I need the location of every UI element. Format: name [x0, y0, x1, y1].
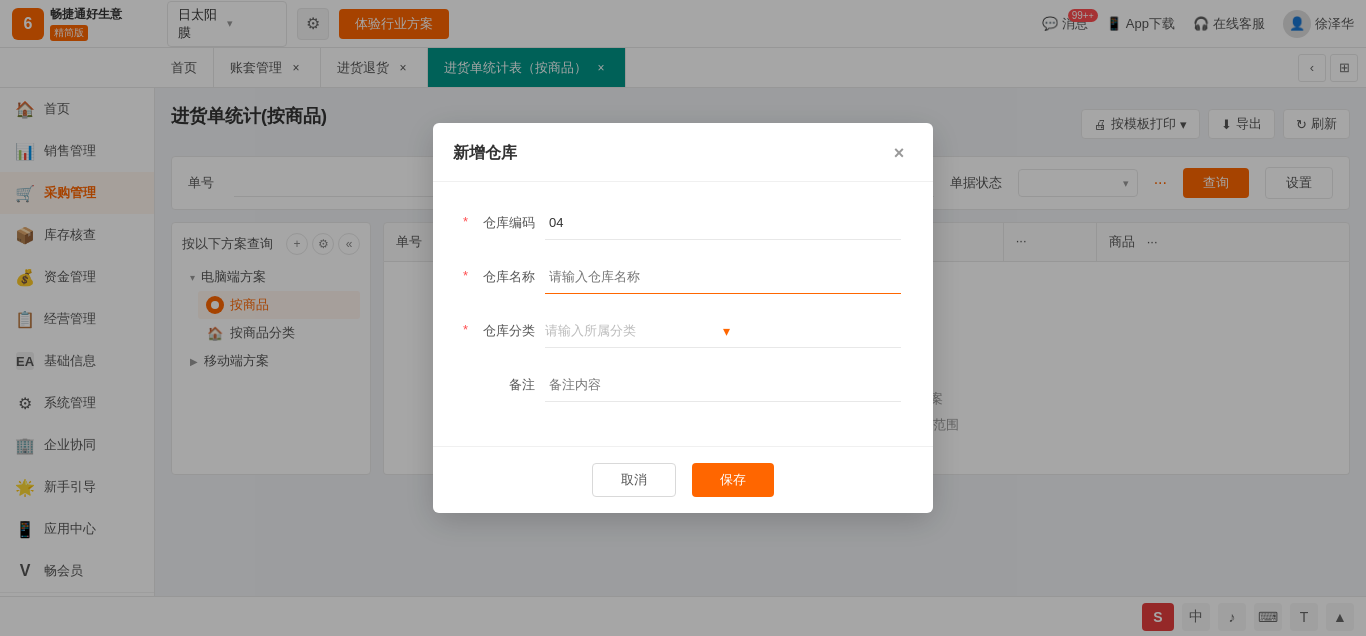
remark-input[interactable]: [545, 368, 901, 402]
form-label-remark: 备注: [465, 376, 545, 394]
category-placeholder: 请输入所属分类: [545, 322, 723, 340]
modal-header: 新增仓库 ×: [433, 123, 933, 182]
form-row-category: 仓库分类 请输入所属分类 ▾: [465, 314, 901, 348]
form-row-name: 仓库名称: [465, 260, 901, 294]
modal-overlay: 新增仓库 × 仓库编码 仓库名称 仓库分类: [0, 0, 1366, 636]
modal-title: 新增仓库: [453, 143, 517, 164]
category-select[interactable]: 请输入所属分类 ▾: [545, 314, 901, 348]
form-label-code: 仓库编码: [465, 214, 545, 232]
warehouse-name-input[interactable]: [545, 260, 901, 294]
modal-body: 仓库编码 仓库名称 仓库分类 请输入所属分类 ▾: [433, 182, 933, 446]
cancel-button[interactable]: 取消: [592, 463, 676, 497]
modal-close-button[interactable]: ×: [885, 139, 913, 167]
form-label-name: 仓库名称: [465, 268, 545, 286]
modal-footer: 取消 保存: [433, 446, 933, 513]
warehouse-code-input[interactable]: [545, 206, 901, 240]
form-row-code: 仓库编码: [465, 206, 901, 240]
save-button[interactable]: 保存: [692, 463, 774, 497]
form-label-category: 仓库分类: [465, 322, 545, 340]
category-arrow-icon: ▾: [723, 323, 901, 339]
form-row-remark: 备注: [465, 368, 901, 402]
add-warehouse-modal: 新增仓库 × 仓库编码 仓库名称 仓库分类: [433, 123, 933, 513]
